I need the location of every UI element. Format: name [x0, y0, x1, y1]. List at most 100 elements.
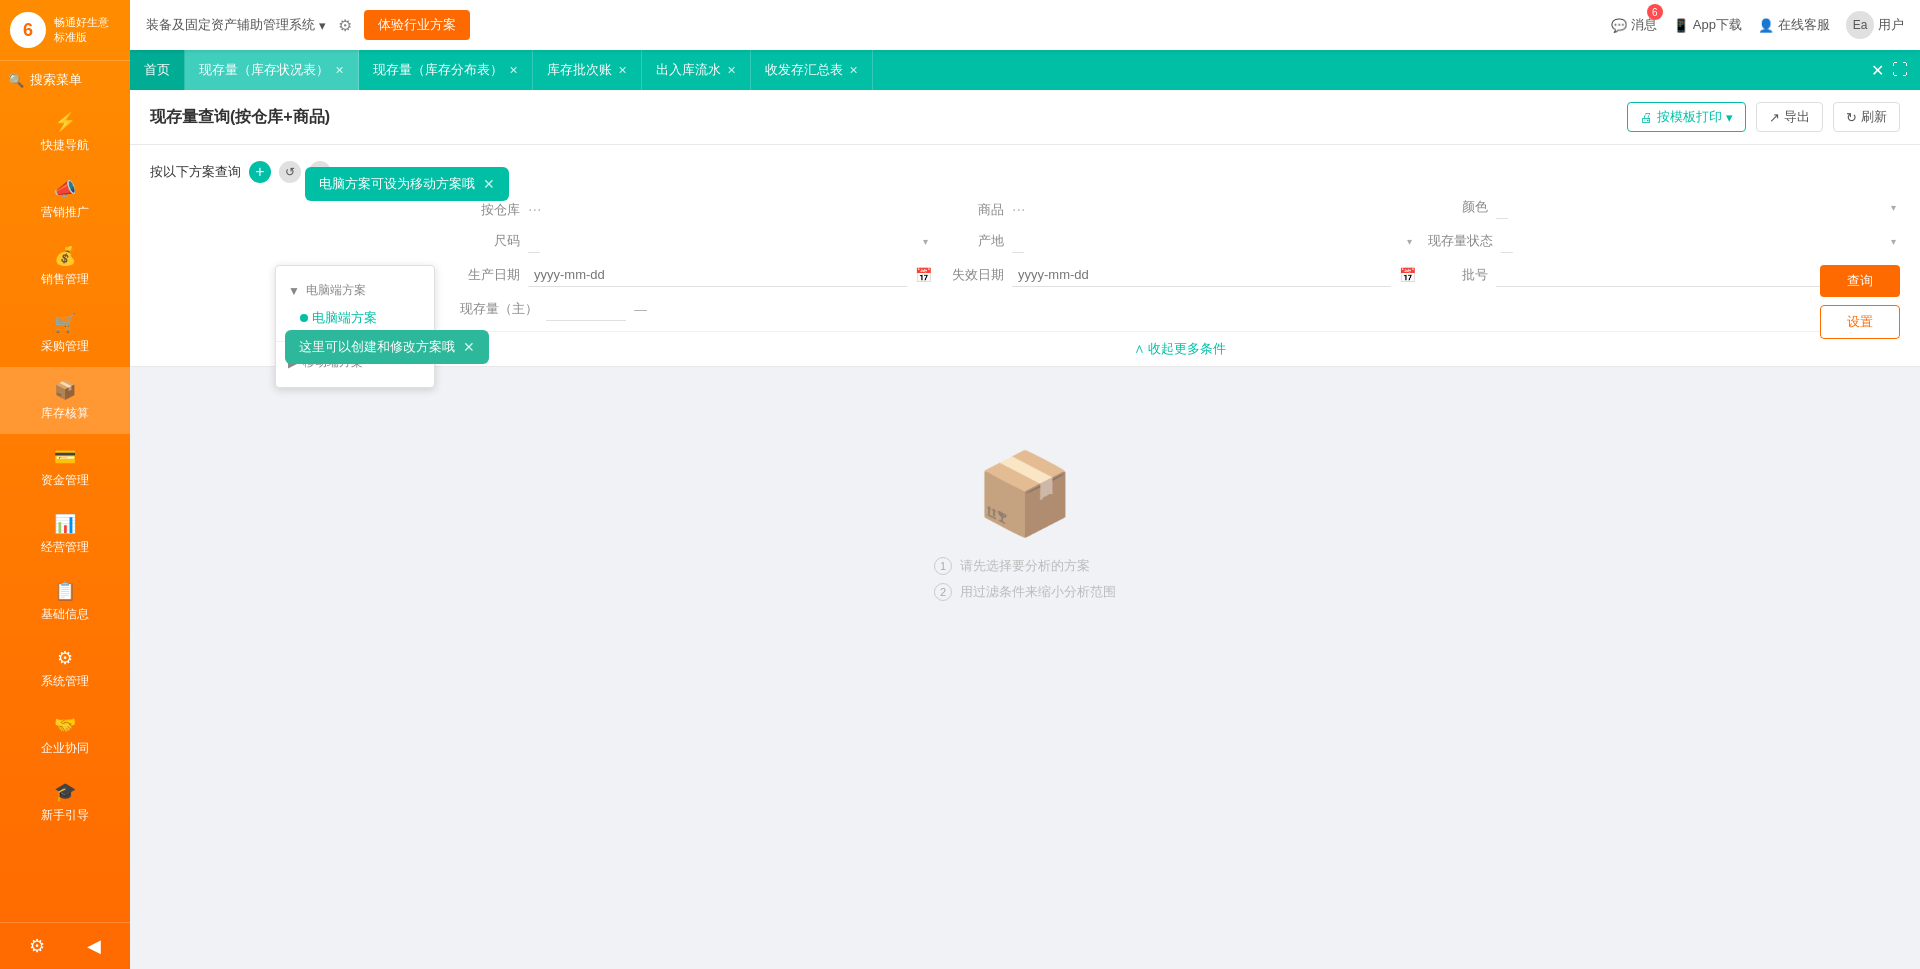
header-right: 💬 消息 6 📱 App下载 👤 在线客服 Ea 用户: [1611, 11, 1904, 39]
sidebar-item-sales[interactable]: 💰 销售管理: [0, 233, 130, 300]
stock-amount-min-input[interactable]: [546, 297, 626, 321]
notification-btn[interactable]: 💬 消息 6: [1611, 16, 1657, 34]
collapse-more-conditions-btn[interactable]: ∧ 收起更多条件: [460, 331, 1900, 366]
warehouse-label: 按仓库: [460, 201, 520, 219]
phone-icon: 📱: [1673, 18, 1689, 33]
inventory-icon: 📦: [54, 379, 76, 401]
app-download-btn[interactable]: 📱 App下载: [1673, 16, 1742, 34]
tab-batch-account[interactable]: 库存批次账 ✕: [533, 50, 642, 90]
tooltip1-close-btn[interactable]: ✕: [483, 176, 495, 192]
export-icon: ↗: [1769, 110, 1780, 125]
expire-date-input[interactable]: [1012, 263, 1391, 287]
page-title: 现存量查询(按仓库+商品): [150, 107, 330, 128]
color-chevron-icon: ▾: [1891, 202, 1896, 213]
produce-date-calendar-icon[interactable]: 📅: [915, 267, 932, 283]
stock-status-filter-row: 现存量状态 ▾: [1428, 229, 1900, 253]
expire-date-label: 失效日期: [944, 266, 1004, 284]
empty-state: 📦 1 请先选择要分析的方案 2 用过滤条件来缩小分析范围: [130, 367, 1920, 681]
search-icon: 🔍: [8, 73, 24, 88]
tab-close-inventory-status[interactable]: ✕: [335, 64, 344, 77]
scheme-item-pc[interactable]: 电脑端方案: [288, 303, 422, 333]
tab-inventory-dist[interactable]: 现存量（库存分布表） ✕: [359, 50, 533, 90]
stock-status-chevron-icon: ▾: [1891, 236, 1896, 247]
app-selector[interactable]: 装备及固定资产辅助管理系统 ▾: [146, 16, 326, 34]
template-print-btn[interactable]: 🖨 按模板打印 ▾: [1627, 102, 1746, 132]
size-chevron-icon: ▾: [923, 236, 928, 247]
size-select[interactable]: [528, 229, 540, 253]
expire-date-calendar-icon[interactable]: 📅: [1399, 267, 1416, 283]
scheme-panel: ▼ 电脑端方案 电脑端方案 ▶ 移动端方案: [275, 265, 435, 388]
tab-close-batch-account[interactable]: ✕: [618, 64, 627, 77]
sidebar-item-cooperation[interactable]: 🤝 企业协同: [0, 702, 130, 769]
sidebar-item-basic[interactable]: 📋 基础信息: [0, 568, 130, 635]
tab-close-in-out-flow[interactable]: ✕: [727, 64, 736, 77]
sidebar: 6 畅通好生意 标准版 🔍 搜索菜单 ⚡ 快捷导航 📣 营销推广 💰 销售管理 …: [0, 0, 130, 969]
color-label: 颜色: [1428, 198, 1488, 216]
active-dot: [300, 314, 308, 322]
tabbar-end: ✕ ⛶: [1859, 50, 1920, 90]
collapse-sidebar-btn[interactable]: ◀: [87, 935, 101, 957]
reset-btn[interactable]: 设置: [1820, 305, 1900, 339]
filter-label: 按以下方案查询: [150, 163, 241, 181]
stock-status-select[interactable]: [1501, 229, 1513, 253]
expand-tab-btn[interactable]: ⛶: [1892, 61, 1908, 79]
tab-in-out-flow[interactable]: 出入库流水 ✕: [642, 50, 751, 90]
tooltip2-close-btn[interactable]: ✕: [463, 339, 475, 355]
app-name: 装备及固定资产辅助管理系统: [146, 16, 315, 34]
size-label: 尺码: [460, 232, 520, 250]
sidebar-bottom: ⚙ ◀: [0, 922, 130, 969]
sidebar-item-finance[interactable]: 💳 资金管理: [0, 434, 130, 501]
user-avatar[interactable]: Ea 用户: [1846, 11, 1904, 39]
sidebar-item-operations[interactable]: 📊 经营管理: [0, 501, 130, 568]
goods-filter-row: 商品 ···: [944, 201, 1416, 219]
sidebar-logo: 6 畅通好生意 标准版: [0, 0, 130, 61]
sidebar-item-marketing[interactable]: 📣 营销推广: [0, 166, 130, 233]
scheme-pc-title[interactable]: ▼ 电脑端方案: [288, 278, 422, 303]
message-icon: 💬: [1611, 18, 1627, 33]
header: 装备及固定资产辅助管理系统 ▾ ⚙ 体验行业方案 💬 消息 6 📱 App下载 …: [130, 0, 1920, 50]
warehouse-dots[interactable]: ···: [528, 201, 541, 219]
close-all-tabs-btn[interactable]: ✕: [1871, 61, 1884, 80]
quick-nav-icon: ⚡: [54, 111, 76, 133]
goods-dots[interactable]: ···: [1012, 201, 1025, 219]
sidebar-item-inventory[interactable]: 📦 库存核算: [0, 367, 130, 434]
chevron-down-icon: ▾: [319, 18, 326, 33]
refresh-btn[interactable]: ↻ 刷新: [1833, 102, 1900, 132]
produce-date-input[interactable]: [528, 263, 907, 287]
tab-close-inventory-dist[interactable]: ✕: [509, 64, 518, 77]
produce-date-label: 生产日期: [460, 266, 520, 284]
search-btn[interactable]: 查询: [1820, 265, 1900, 297]
tab-inventory-status[interactable]: 现存量（库存状况表） ✕: [185, 50, 359, 90]
filter-action-buttons: 查询 设置: [1820, 265, 1900, 339]
empty-steps: 1 请先选择要分析的方案 2 用过滤条件来缩小分析范围: [934, 557, 1116, 601]
add-scheme-btn[interactable]: +: [249, 161, 271, 183]
origin-select[interactable]: [1012, 229, 1024, 253]
tab-recv-summary[interactable]: 收发存汇总表 ✕: [751, 50, 873, 90]
filter-section: 按以下方案查询 + ↺ « 电脑方案可设为移动方案哦 ✕ ▼ 电脑端方案 电脑端…: [130, 145, 1920, 367]
sidebar-search[interactable]: 🔍 搜索菜单: [0, 61, 130, 99]
system-icon: ⚙: [57, 647, 73, 669]
size-select-wrap: ▾: [528, 229, 932, 253]
industry-btn[interactable]: 体验行业方案: [364, 10, 470, 40]
sidebar-item-system[interactable]: ⚙ 系统管理: [0, 635, 130, 702]
step-1-num: 1: [934, 557, 952, 575]
support-btn[interactable]: 👤 在线客服: [1758, 16, 1830, 34]
tab-home[interactable]: 首页: [130, 50, 185, 90]
sidebar-item-guide[interactable]: 🎓 新手引导: [0, 769, 130, 836]
header-settings-btn[interactable]: ⚙: [338, 16, 352, 35]
color-select[interactable]: [1496, 195, 1508, 219]
empty-step-2: 2 用过滤条件来缩小分析范围: [934, 583, 1116, 601]
tooltip-create-scheme: 这里可以创建和修改方案哦 ✕: [285, 330, 489, 364]
export-btn[interactable]: ↗ 导出: [1756, 102, 1823, 132]
origin-select-wrap: ▾: [1012, 229, 1416, 253]
chevron-down-icon: ▾: [1726, 110, 1733, 125]
header-left: 装备及固定资产辅助管理系统 ▾ ⚙ 体验行业方案: [146, 10, 470, 40]
logo-icon: 6: [10, 12, 46, 48]
expire-date-filter-row: 失效日期 📅: [944, 263, 1416, 287]
settings-btn[interactable]: ⚙: [29, 935, 45, 957]
goods-label: 商品: [944, 201, 1004, 219]
tab-close-recv-summary[interactable]: ✕: [849, 64, 858, 77]
sidebar-item-quick-nav[interactable]: ⚡ 快捷导航: [0, 99, 130, 166]
edit-scheme-btn[interactable]: ↺: [279, 161, 301, 183]
sidebar-item-purchase[interactable]: 🛒 采购管理: [0, 300, 130, 367]
